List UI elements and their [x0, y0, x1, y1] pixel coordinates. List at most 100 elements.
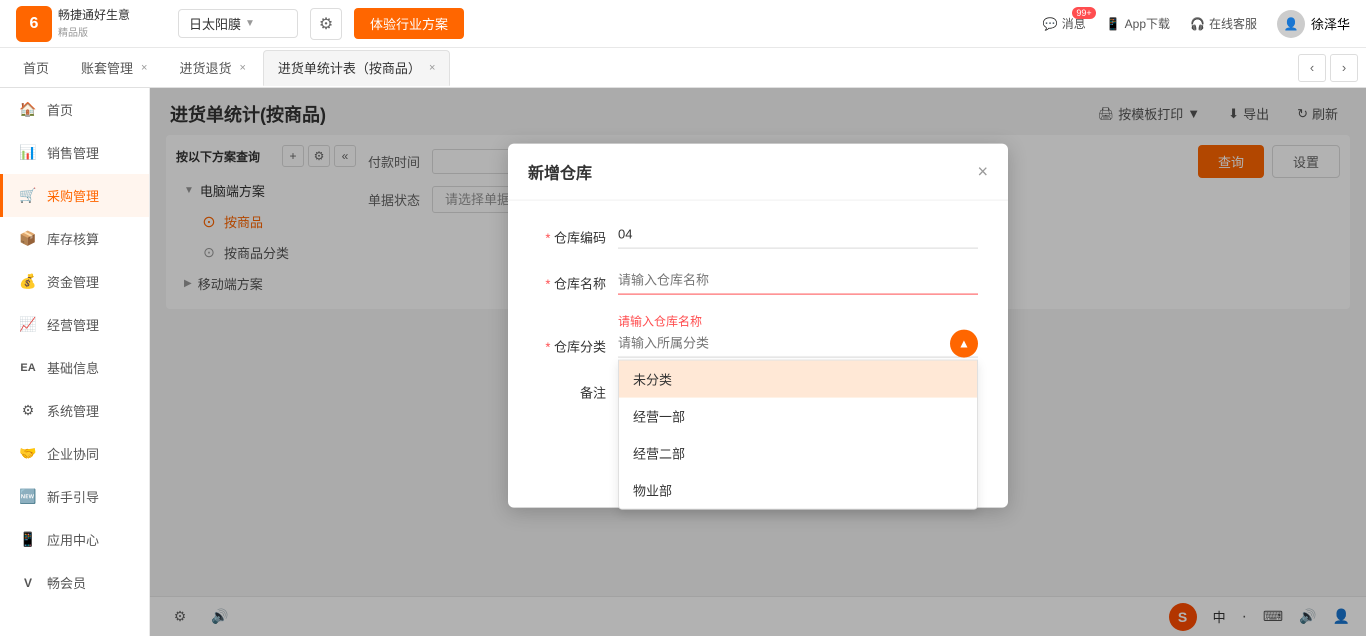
tab-nav-buttons: ‹ › — [1298, 54, 1358, 82]
modal-add-warehouse: 新增仓库 × 仓库编码 仓库名称 请输入仓库名称 — [508, 144, 1008, 508]
dropdown-option-uncategorized[interactable]: 未分类 — [619, 361, 977, 398]
header-right: 💬 99+ 消息 📱 App下载 🎧 在线客服 👤 徐泽华 — [1043, 10, 1350, 38]
sidebar-label-member: 畅会员 — [47, 573, 86, 592]
sidebar-label-operations: 经营管理 — [47, 315, 99, 334]
name-input[interactable] — [618, 267, 978, 295]
avatar: 👤 — [1277, 10, 1305, 38]
finance-icon: 💰 — [19, 273, 37, 291]
name-label: 仓库名称 — [538, 267, 618, 293]
sidebar-label-finance: 资金管理 — [47, 272, 99, 291]
sidebar-item-home[interactable]: 🏠 首页 — [0, 88, 149, 131]
dropdown-option-property[interactable]: 物业部 — [619, 472, 977, 509]
category-label: 仓库分类 — [538, 330, 618, 356]
modal-title: 新增仓库 — [528, 160, 592, 184]
member-icon: V — [19, 574, 37, 592]
tab-home-label: 首页 — [23, 58, 49, 77]
modal-close-button[interactable]: × — [977, 163, 988, 181]
guide-icon: 🆕 — [19, 488, 37, 506]
name-error-message: 请输入仓库名称 — [538, 313, 978, 330]
notification-item[interactable]: 💬 99+ 消息 — [1043, 15, 1086, 32]
logo-badge: 精品版 — [58, 24, 130, 39]
logo-area: 6 畅捷通好生意 精品版 — [16, 6, 166, 42]
notes-label: 备注 — [538, 376, 618, 402]
sidebar-item-basic[interactable]: EA 基础信息 — [0, 346, 149, 389]
main-layout: 🏠 首页 📊 销售管理 🛒 采购管理 📦 库存核算 💰 资金管理 📈 经营管理 … — [0, 88, 1366, 636]
tab-purchase-return-close[interactable]: × — [239, 62, 245, 74]
modal-header: 新增仓库 × — [508, 144, 1008, 201]
inventory-icon: 📦 — [19, 230, 37, 248]
apps-icon: 📱 — [19, 531, 37, 549]
sidebar-item-inventory[interactable]: 📦 库存核算 — [0, 217, 149, 260]
category-dropdown: 未分类 经营一部 经营二部 物业部 — [618, 360, 978, 510]
tab-nav-left[interactable]: ‹ — [1298, 54, 1326, 82]
online-service-item[interactable]: 🎧 在线客服 — [1190, 15, 1257, 32]
store-selector[interactable]: 日太阳膜 ▼ — [178, 9, 298, 38]
app-download-item[interactable]: 📱 App下载 — [1106, 15, 1170, 32]
tab-nav-right[interactable]: › — [1330, 54, 1358, 82]
trial-button[interactable]: 体验行业方案 — [354, 8, 464, 39]
home-icon: 🏠 — [19, 101, 37, 119]
notification-badge: 99+ — [1072, 7, 1095, 19]
tab-purchase-return[interactable]: 进货退货 × — [164, 50, 260, 86]
sales-icon: 📊 — [19, 144, 37, 162]
sidebar-item-sales[interactable]: 📊 销售管理 — [0, 131, 149, 174]
enterprise-icon: 🤝 — [19, 445, 37, 463]
store-name: 日太阳膜 — [189, 14, 241, 33]
code-input[interactable] — [618, 221, 978, 249]
form-row-code: 仓库编码 — [538, 221, 978, 249]
sidebar-item-system[interactable]: ⚙ 系统管理 — [0, 389, 149, 432]
content-area: 进货单统计(按商品) 🖨 按模板打印 ▼ ⬇ 导出 ↻ 刷新 — [150, 88, 1366, 636]
tab-purchase-stats-label: 进货单统计表（按商品） — [278, 58, 421, 77]
sidebar-label-enterprise: 企业协同 — [47, 444, 99, 463]
category-input[interactable] — [618, 330, 978, 358]
user-area[interactable]: 👤 徐泽华 — [1277, 10, 1350, 38]
tab-account-label: 账套管理 — [81, 58, 133, 77]
sidebar-item-member[interactable]: V 畅会员 — [0, 561, 149, 604]
settings-icon[interactable]: ⚙ — [310, 8, 342, 40]
store-dropdown-arrow: ▼ — [245, 18, 255, 29]
tab-purchase-return-label: 进货退货 — [179, 58, 231, 77]
dropdown-option-dept1[interactable]: 经营一部 — [619, 398, 977, 435]
logo-text: 畅捷通好生意 — [58, 8, 130, 24]
sidebar-label-home: 首页 — [47, 100, 73, 119]
purchase-icon: 🛒 — [19, 187, 37, 205]
sidebar-item-apps[interactable]: 📱 应用中心 — [0, 518, 149, 561]
sidebar-label-inventory: 库存核算 — [47, 229, 99, 248]
sidebar-item-finance[interactable]: 💰 资金管理 — [0, 260, 149, 303]
sidebar-label-system: 系统管理 — [47, 401, 99, 420]
dropdown-option-dept2[interactable]: 经营二部 — [619, 435, 977, 472]
category-dropdown-arrow[interactable]: ▲ — [950, 330, 978, 358]
code-label: 仓库编码 — [538, 221, 618, 247]
basic-icon: EA — [19, 359, 37, 377]
logo-text-block: 畅捷通好生意 精品版 — [58, 8, 130, 39]
sidebar-item-guide[interactable]: 🆕 新手引导 — [0, 475, 149, 518]
form-row-name: 仓库名称 — [538, 267, 978, 295]
sidebar-label-sales: 销售管理 — [47, 143, 99, 162]
form-group-name: 仓库名称 请输入仓库名称 — [538, 267, 978, 330]
modal-body: 仓库编码 仓库名称 请输入仓库名称 仓库分类 ▲ — [508, 201, 1008, 442]
sidebar-item-operations[interactable]: 📈 经营管理 — [0, 303, 149, 346]
message-icon: 💬 — [1043, 17, 1058, 31]
sidebar-label-basic: 基础信息 — [47, 358, 99, 377]
online-service-label: 在线客服 — [1209, 15, 1257, 32]
operations-icon: 📈 — [19, 316, 37, 334]
username: 徐泽华 — [1311, 14, 1350, 33]
sidebar-label-guide: 新手引导 — [47, 487, 99, 506]
sidebar-label-purchase: 采购管理 — [47, 186, 99, 205]
mobile-icon: 📱 — [1106, 17, 1121, 31]
sidebar-item-purchase[interactable]: 🛒 采购管理 — [0, 174, 149, 217]
tab-account-close[interactable]: × — [141, 62, 147, 74]
logo-icon: 6 — [16, 6, 52, 42]
sidebar: 🏠 首页 📊 销售管理 🛒 采购管理 📦 库存核算 💰 资金管理 📈 经营管理 … — [0, 88, 150, 636]
sidebar-label-apps: 应用中心 — [47, 530, 99, 549]
category-select-wrapper: ▲ 未分类 经营一部 经营二部 — [618, 330, 978, 358]
app-download-label: App下载 — [1125, 15, 1170, 32]
tab-purchase-stats[interactable]: 进货单统计表（按商品） × — [263, 50, 450, 86]
tab-purchase-stats-close[interactable]: × — [429, 62, 435, 74]
system-icon: ⚙ — [19, 402, 37, 420]
form-row-category: 仓库分类 ▲ 未分类 经营一部 — [538, 330, 978, 358]
tab-account[interactable]: 账套管理 × — [66, 50, 162, 86]
sidebar-item-enterprise[interactable]: 🤝 企业协同 — [0, 432, 149, 475]
tab-bar: 首页 账套管理 × 进货退货 × 进货单统计表（按商品） × ‹ › — [0, 48, 1366, 88]
tab-home[interactable]: 首页 — [8, 50, 64, 86]
